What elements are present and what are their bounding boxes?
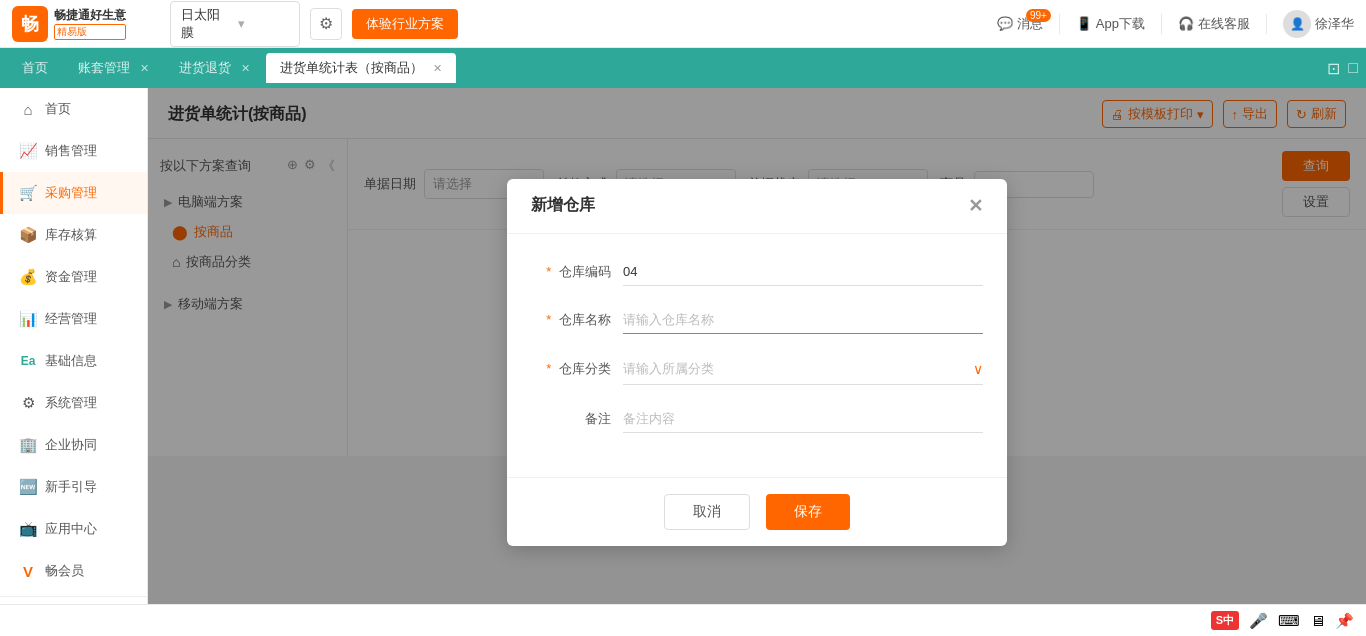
purchase-icon: 🛒	[19, 184, 37, 202]
modal-title: 新增仓库	[531, 195, 595, 216]
avatar: 👤	[1283, 10, 1311, 38]
phone-icon: 📱	[1076, 16, 1092, 31]
sidebar-item-sales[interactable]: 📈 销售管理	[0, 130, 147, 172]
message-button[interactable]: 💬 消息 99+	[997, 15, 1043, 33]
status-bar-icons: S中 🎤 ⌨ 🖥 📌	[1211, 611, 1354, 630]
logo-icon: 畅	[12, 6, 48, 42]
tab-bar: 首页 账套管理 ✕ 进货退货 ✕ 进货单统计表（按商品） ✕ ⊡ □	[0, 48, 1366, 88]
finance-icon: 💰	[19, 268, 37, 286]
tab-home[interactable]: 首页	[8, 53, 62, 83]
trial-button[interactable]: 体验行业方案	[352, 9, 458, 39]
modal-overlay: 新增仓库 ✕ * 仓库编码 *	[148, 88, 1366, 636]
tab-close-purchase-stats[interactable]: ✕	[433, 62, 442, 75]
chevron-down-icon: ▾	[238, 16, 289, 31]
sidebar-item-appcenter[interactable]: 📺 应用中心	[0, 508, 147, 550]
basic-icon: Ea	[19, 352, 37, 370]
tab-purchase-stats[interactable]: 进货单统计表（按商品） ✕	[266, 53, 456, 83]
s-brand-icon: S中	[1211, 611, 1239, 630]
form-row-name: * 仓库名称	[531, 306, 983, 334]
cancel-button[interactable]: 取消	[664, 494, 750, 530]
operations-icon: 📊	[19, 310, 37, 328]
form-row-code: * 仓库编码	[531, 258, 983, 286]
warehouse-category-select[interactable]: 请输入所属分类 ∨	[623, 354, 983, 385]
account-tab-label: 账套管理	[78, 59, 130, 77]
sidebar-item-basic[interactable]: Ea 基础信息	[0, 340, 147, 382]
system-icon: ⚙	[19, 394, 37, 412]
store-selector[interactable]: 日太阳膜 ▾	[170, 1, 300, 47]
main-layout: ⌂ 首页 📈 销售管理 🛒 采购管理 📦 库存核算 💰 资金管理 📊 经营管理 …	[0, 88, 1366, 636]
sidebar-item-vip[interactable]: V 畅会员	[0, 550, 147, 592]
sidebar-item-system[interactable]: ⚙ 系统管理	[0, 382, 147, 424]
keyboard-icon[interactable]: ⌨	[1278, 612, 1300, 630]
enterprise-icon: 🏢	[19, 436, 37, 454]
sales-icon: 📈	[19, 142, 37, 160]
status-bar: S中 🎤 ⌨ 🖥 📌	[0, 604, 1366, 636]
header-right: 💬 消息 99+ 📱 App下载 🎧 在线客服 👤 徐泽华	[997, 10, 1354, 38]
window-maximize-icon[interactable]: □	[1348, 59, 1358, 77]
add-warehouse-modal: 新增仓库 ✕ * 仓库编码 *	[507, 179, 1007, 546]
online-service-button[interactable]: 🎧 在线客服	[1178, 15, 1250, 33]
user-profile-button[interactable]: 👤 徐泽华	[1283, 10, 1354, 38]
settings-button[interactable]: ⚙	[310, 8, 342, 40]
tab-close-purchase-return[interactable]: ✕	[241, 62, 250, 75]
sidebar-item-enterprise[interactable]: 🏢 企业协同	[0, 424, 147, 466]
sidebar: ⌂ 首页 📈 销售管理 🛒 采购管理 📦 库存核算 💰 资金管理 📊 经营管理 …	[0, 88, 148, 636]
headset-icon: 🎧	[1178, 16, 1194, 31]
save-button[interactable]: 保存	[766, 494, 850, 530]
tab-bar-actions: ⊡ □	[1327, 59, 1358, 78]
guide-icon: 🆕	[19, 478, 37, 496]
sidebar-item-guide[interactable]: 🆕 新手引导	[0, 466, 147, 508]
warehouse-code-input[interactable]	[623, 258, 983, 286]
app-download-button[interactable]: 📱 App下载	[1076, 15, 1145, 33]
sidebar-item-purchase[interactable]: 🛒 采购管理	[0, 172, 147, 214]
form-row-category: * 仓库分类 请输入所属分类 ∨	[531, 354, 983, 385]
logo-text: 畅捷通好生意 精易版	[54, 7, 126, 40]
form-row-note: 备注	[531, 405, 983, 433]
tab-account[interactable]: 账套管理 ✕	[64, 53, 163, 83]
warehouse-note-input[interactable]	[623, 405, 983, 433]
pin-icon[interactable]: 📌	[1335, 612, 1354, 630]
logo-area: 畅 畅捷通好生意 精易版	[12, 6, 160, 42]
window-restore-icon[interactable]: ⊡	[1327, 59, 1340, 78]
microphone-icon[interactable]: 🎤	[1249, 612, 1268, 630]
tab-purchase-return[interactable]: 进货退货 ✕	[165, 53, 264, 83]
appcenter-icon: 📺	[19, 520, 37, 538]
modal-footer: 取消 保存	[507, 477, 1007, 546]
purchase-stats-tab-label: 进货单统计表（按商品）	[280, 59, 423, 77]
modal-close-button[interactable]: ✕	[968, 195, 983, 217]
vip-icon: V	[19, 562, 37, 580]
tab-close-account[interactable]: ✕	[140, 62, 149, 75]
modal-header: 新增仓库 ✕	[507, 179, 1007, 234]
warehouse-name-input[interactable]	[623, 306, 983, 334]
sidebar-item-home[interactable]: ⌂ 首页	[0, 88, 147, 130]
purchase-return-tab-label: 进货退货	[179, 59, 231, 77]
home-icon: ⌂	[19, 100, 37, 118]
home-tab-label: 首页	[22, 59, 48, 77]
user-icon: 👤	[1290, 17, 1305, 31]
display-icon[interactable]: 🖥	[1310, 612, 1325, 629]
message-icon: 💬	[997, 16, 1013, 31]
sidebar-item-operations[interactable]: 📊 经营管理	[0, 298, 147, 340]
modal-body: * 仓库编码 * 仓库名称	[507, 234, 1007, 477]
category-chevron-icon: ∨	[973, 361, 983, 377]
sidebar-item-finance[interactable]: 💰 资金管理	[0, 256, 147, 298]
content-area: 进货单统计(按商品) 🖨 按模板打印 ▾ ↑ 导出 ↻ 刷新	[148, 88, 1366, 636]
inventory-icon: 📦	[19, 226, 37, 244]
sidebar-item-inventory[interactable]: 📦 库存核算	[0, 214, 147, 256]
